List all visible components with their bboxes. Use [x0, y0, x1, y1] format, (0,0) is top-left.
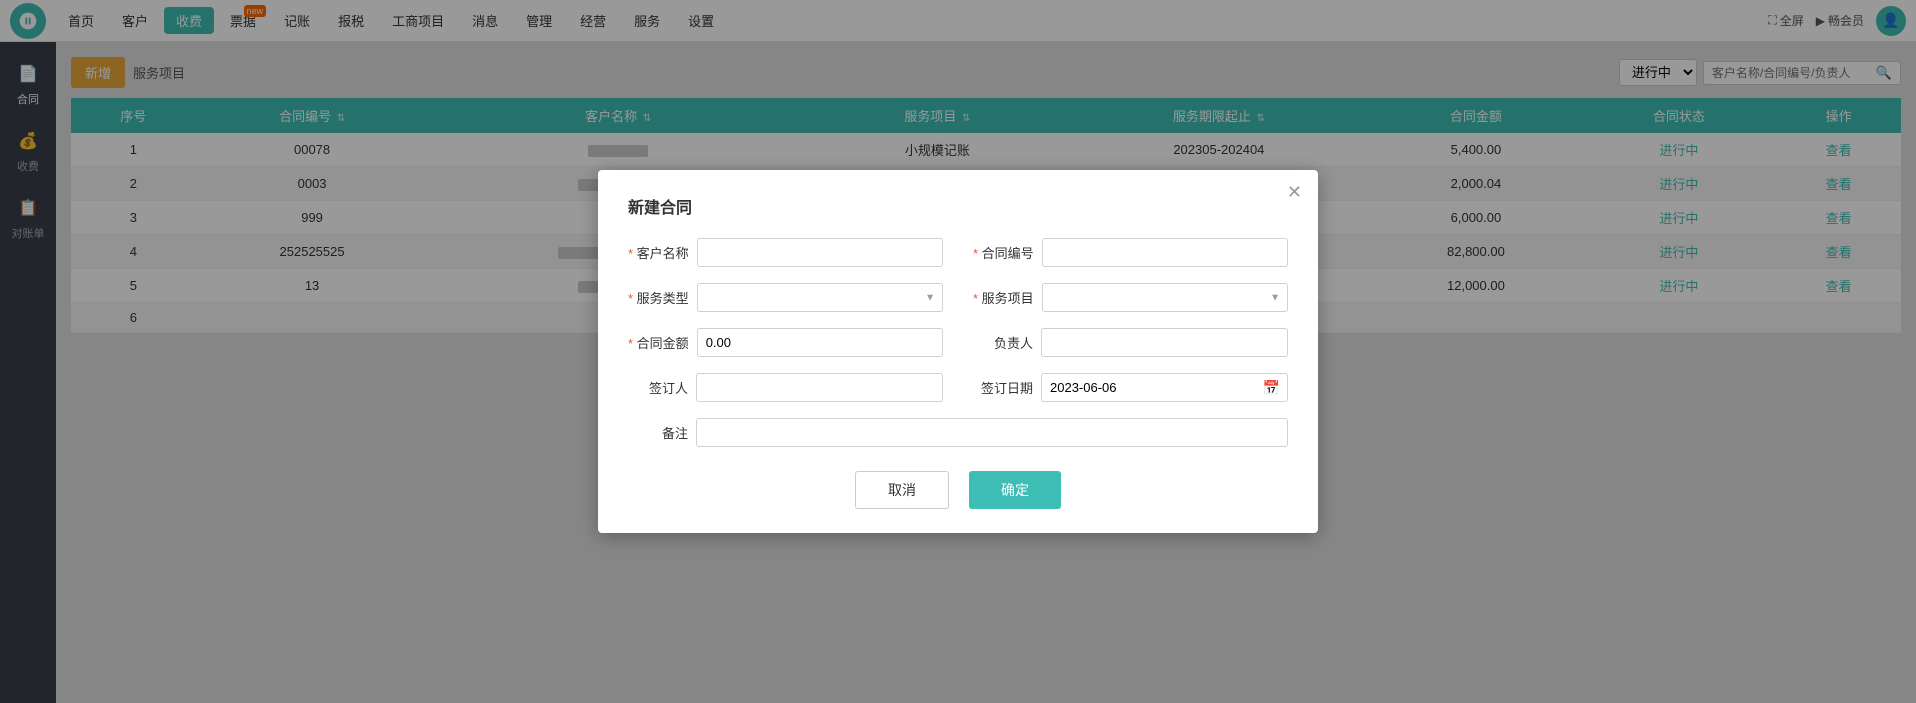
service-type-select-wrapper — [697, 283, 943, 312]
sign-date-input[interactable] — [1041, 373, 1288, 402]
service-item-label: 服务项目 — [973, 288, 1034, 307]
form-row-amount: 合同金额 — [628, 328, 943, 357]
form-row-notes: 备注 — [628, 418, 1288, 447]
sign-date-wrapper: 📅 — [1041, 373, 1288, 402]
contract-no-label: 合同编号 — [973, 243, 1034, 262]
form-row-service-item: 服务项目 — [973, 283, 1288, 312]
customer-name-label: 客户名称 — [628, 243, 689, 262]
notes-input[interactable] — [696, 418, 1288, 447]
notes-label: 备注 — [628, 423, 688, 442]
contract-no-input[interactable] — [1042, 238, 1288, 267]
form-row-signatory: 签订人 — [628, 373, 943, 402]
signatory-input[interactable] — [696, 373, 943, 402]
customer-name-input[interactable] — [697, 238, 943, 267]
sign-date-label: 签订日期 — [973, 378, 1033, 397]
modal-close-button[interactable]: ✕ — [1287, 182, 1302, 203]
form-row-sign-date: 签订日期 📅 — [973, 373, 1288, 402]
form-row-responsible: 负责人 — [973, 328, 1288, 357]
cancel-button[interactable]: 取消 — [855, 471, 949, 509]
confirm-button[interactable]: 确定 — [969, 471, 1061, 509]
form-row-customer: 客户名称 — [628, 238, 943, 267]
responsible-input[interactable] — [1041, 328, 1288, 357]
modal-footer: 取消 确定 — [628, 471, 1288, 509]
modal-form: 客户名称 合同编号 服务类型 服务项目 — [628, 238, 1288, 447]
modal-overlay: ✕ 新建合同 客户名称 合同编号 服务类型 — [0, 0, 1916, 703]
form-row-service-type: 服务类型 — [628, 283, 943, 312]
form-row-contract-no: 合同编号 — [973, 238, 1288, 267]
amount-label: 合同金额 — [628, 333, 689, 352]
signatory-label: 签订人 — [628, 378, 688, 397]
new-contract-modal: ✕ 新建合同 客户名称 合同编号 服务类型 — [598, 170, 1318, 533]
calendar-icon[interactable]: 📅 — [1263, 379, 1280, 396]
responsible-label: 负责人 — [973, 333, 1033, 352]
service-type-label: 服务类型 — [628, 288, 689, 307]
service-type-select[interactable] — [697, 283, 943, 312]
amount-input[interactable] — [697, 328, 943, 357]
modal-title: 新建合同 — [628, 194, 1288, 218]
service-item-select[interactable] — [1042, 283, 1288, 312]
service-item-select-wrapper — [1042, 283, 1288, 312]
